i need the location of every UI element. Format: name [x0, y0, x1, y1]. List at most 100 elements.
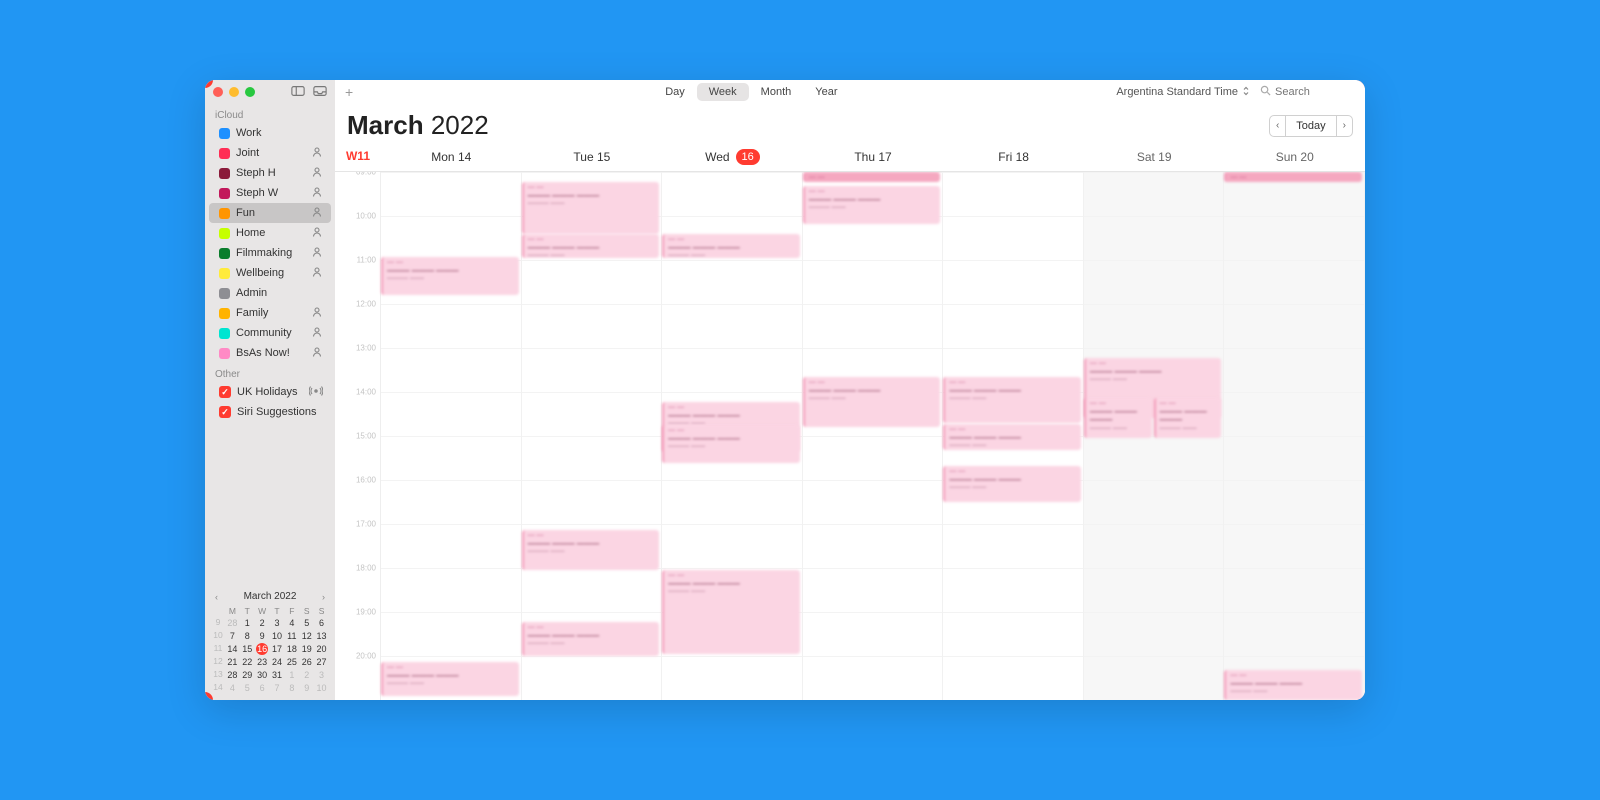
- calendar-item[interactable]: Home: [209, 223, 331, 243]
- next-week-button[interactable]: ›: [1336, 115, 1353, 137]
- calendar-event[interactable]: — ———— ——— —————— ——: [803, 172, 941, 182]
- mini-day[interactable]: 14: [225, 643, 240, 655]
- calendar-item[interactable]: Wellbeing: [209, 263, 331, 283]
- day-header[interactable]: Mon 14: [381, 143, 522, 171]
- calendar-event[interactable]: — ———— ——— —————— ——: [943, 466, 1081, 502]
- view-month[interactable]: Month: [749, 83, 804, 101]
- mini-day[interactable]: 21: [225, 656, 240, 668]
- timezone-selector[interactable]: Argentina Standard Time: [1116, 86, 1250, 99]
- calendar-item[interactable]: Family: [209, 303, 331, 323]
- mini-day[interactable]: 11: [284, 630, 299, 642]
- checkbox-icon[interactable]: ✓: [219, 406, 231, 418]
- day-column[interactable]: — ———— ——— —————— —— — ———— ——— —————— ——…: [943, 172, 1084, 700]
- calendar-event[interactable]: — ———— ——— —————— ——: [381, 257, 519, 295]
- calendar-event[interactable]: — ———— ——— —————— ——: [943, 377, 1081, 423]
- calendar-event[interactable]: — ———— ——— —————— ——: [1224, 670, 1362, 700]
- day-header[interactable]: Sat 19: [1084, 143, 1225, 171]
- mini-day[interactable]: 6: [255, 682, 270, 694]
- day-header[interactable]: Sun 20: [1224, 143, 1365, 171]
- mini-day[interactable]: 8: [284, 682, 299, 694]
- mini-prev-month[interactable]: ‹: [213, 592, 220, 602]
- calendar-item[interactable]: Work: [209, 123, 331, 143]
- calendar-item[interactable]: Filmmaking: [209, 243, 331, 263]
- mini-day[interactable]: 20: [314, 643, 329, 655]
- calendar-item[interactable]: Steph W: [209, 183, 331, 203]
- mini-day[interactable]: 5: [240, 682, 255, 694]
- close-button[interactable]: [213, 87, 223, 97]
- view-year[interactable]: Year: [803, 83, 849, 101]
- mini-day[interactable]: 1: [284, 669, 299, 681]
- calendar-event[interactable]: — ———— ——— —————— ——: [1154, 398, 1222, 438]
- subscribed-calendar-item[interactable]: ✓UK Holidays: [209, 382, 331, 402]
- search-input[interactable]: [1275, 86, 1355, 98]
- calendar-event[interactable]: — ———— ——— —————— ——: [381, 662, 519, 696]
- mini-next-month[interactable]: ›: [320, 592, 327, 602]
- calendar-event[interactable]: — ———— ——— —————— ——: [522, 182, 660, 234]
- calendar-event[interactable]: — ———— ——— —————— ——: [1084, 398, 1152, 438]
- mini-day[interactable]: 23: [255, 656, 270, 668]
- day-header[interactable]: Wed16: [662, 143, 803, 171]
- mini-day[interactable]: 9: [299, 682, 314, 694]
- calendar-event[interactable]: — ———— ——— —————— ——: [662, 570, 800, 654]
- calendar-item[interactable]: Joint: [209, 143, 331, 163]
- day-column[interactable]: — ———— ——— —————— ——— ———— ——— —————— ——: [1224, 172, 1365, 700]
- mini-day[interactable]: 15: [240, 643, 255, 655]
- search-field[interactable]: [1260, 85, 1355, 99]
- mini-day[interactable]: 2: [299, 669, 314, 681]
- mini-day[interactable]: 4: [225, 682, 240, 694]
- mini-day[interactable]: 3: [270, 617, 285, 629]
- mini-day[interactable]: 3: [314, 669, 329, 681]
- mini-day[interactable]: 10: [314, 682, 329, 694]
- prev-week-button[interactable]: ‹: [1269, 115, 1286, 137]
- calendar-item[interactable]: Steph H: [209, 163, 331, 183]
- calendar-event[interactable]: — ———— ——— —————— ——: [803, 377, 941, 427]
- sidebar-toggle-icon[interactable]: [291, 85, 305, 100]
- mini-day[interactable]: 8: [240, 630, 255, 642]
- calendar-item[interactable]: Admin: [209, 283, 331, 303]
- calendar-event[interactable]: — ———— ——— —————— ——: [662, 425, 800, 463]
- mini-day[interactable]: 30: [255, 669, 270, 681]
- subscribed-calendar-item[interactable]: ✓Siri Suggestions: [209, 402, 331, 422]
- mini-day[interactable]: 16: [256, 643, 268, 655]
- calendar-item[interactable]: Fun: [209, 203, 331, 223]
- day-header[interactable]: Thu 17: [803, 143, 944, 171]
- mini-day[interactable]: 27: [314, 656, 329, 668]
- mini-day[interactable]: 18: [284, 643, 299, 655]
- mini-day[interactable]: 29: [240, 669, 255, 681]
- calendar-item[interactable]: Community: [209, 323, 331, 343]
- mini-day[interactable]: 25: [284, 656, 299, 668]
- mini-day[interactable]: 6: [314, 617, 329, 629]
- view-day[interactable]: Day: [653, 83, 697, 101]
- mini-day[interactable]: 26: [299, 656, 314, 668]
- add-event-button[interactable]: +: [345, 84, 353, 100]
- view-week[interactable]: Week: [697, 83, 749, 101]
- mini-day[interactable]: 13: [314, 630, 329, 642]
- day-header[interactable]: Tue 15: [522, 143, 663, 171]
- calendar-event[interactable]: — ———— ——— —————— ——: [803, 186, 941, 224]
- mini-day[interactable]: 4: [284, 617, 299, 629]
- mini-day[interactable]: 28: [225, 669, 240, 681]
- checkbox-icon[interactable]: ✓: [219, 386, 231, 398]
- mini-day[interactable]: 31: [270, 669, 285, 681]
- mini-day[interactable]: 9: [255, 630, 270, 642]
- calendar-event[interactable]: — ———— ——— —————— ——: [522, 622, 660, 656]
- calendar-event[interactable]: — ———— ——— —————— ——: [662, 234, 800, 258]
- day-column[interactable]: — ———— ——— —————— —— — ———— ——— —————— ——: [381, 172, 522, 700]
- day-column[interactable]: — ———— ——— —————— —— — ———— ——— —————— ——…: [662, 172, 803, 700]
- mini-day[interactable]: 17: [270, 643, 285, 655]
- mini-day[interactable]: 10: [270, 630, 285, 642]
- week-grid[interactable]: 09:0010:0011:0012:0013:0014:0015:0016:00…: [335, 172, 1365, 700]
- mini-day[interactable]: 5: [299, 617, 314, 629]
- mini-day[interactable]: 7: [270, 682, 285, 694]
- mini-day[interactable]: 1: [240, 617, 255, 629]
- day-column[interactable]: — ———— ——— —————— —— — ———— ——— —————— ——…: [803, 172, 944, 700]
- calendar-item[interactable]: BsAs Now!: [209, 343, 331, 363]
- calendar-event[interactable]: — ———— ——— —————— ——: [522, 234, 660, 258]
- mini-day[interactable]: 24: [270, 656, 285, 668]
- mini-day[interactable]: 12: [299, 630, 314, 642]
- mini-day[interactable]: 28: [225, 617, 240, 629]
- mini-day[interactable]: 22: [240, 656, 255, 668]
- today-button[interactable]: Today: [1286, 115, 1335, 137]
- day-column[interactable]: — ———— ——— —————— ——— ———— ——— —————— ——…: [522, 172, 663, 700]
- mini-day[interactable]: 19: [299, 643, 314, 655]
